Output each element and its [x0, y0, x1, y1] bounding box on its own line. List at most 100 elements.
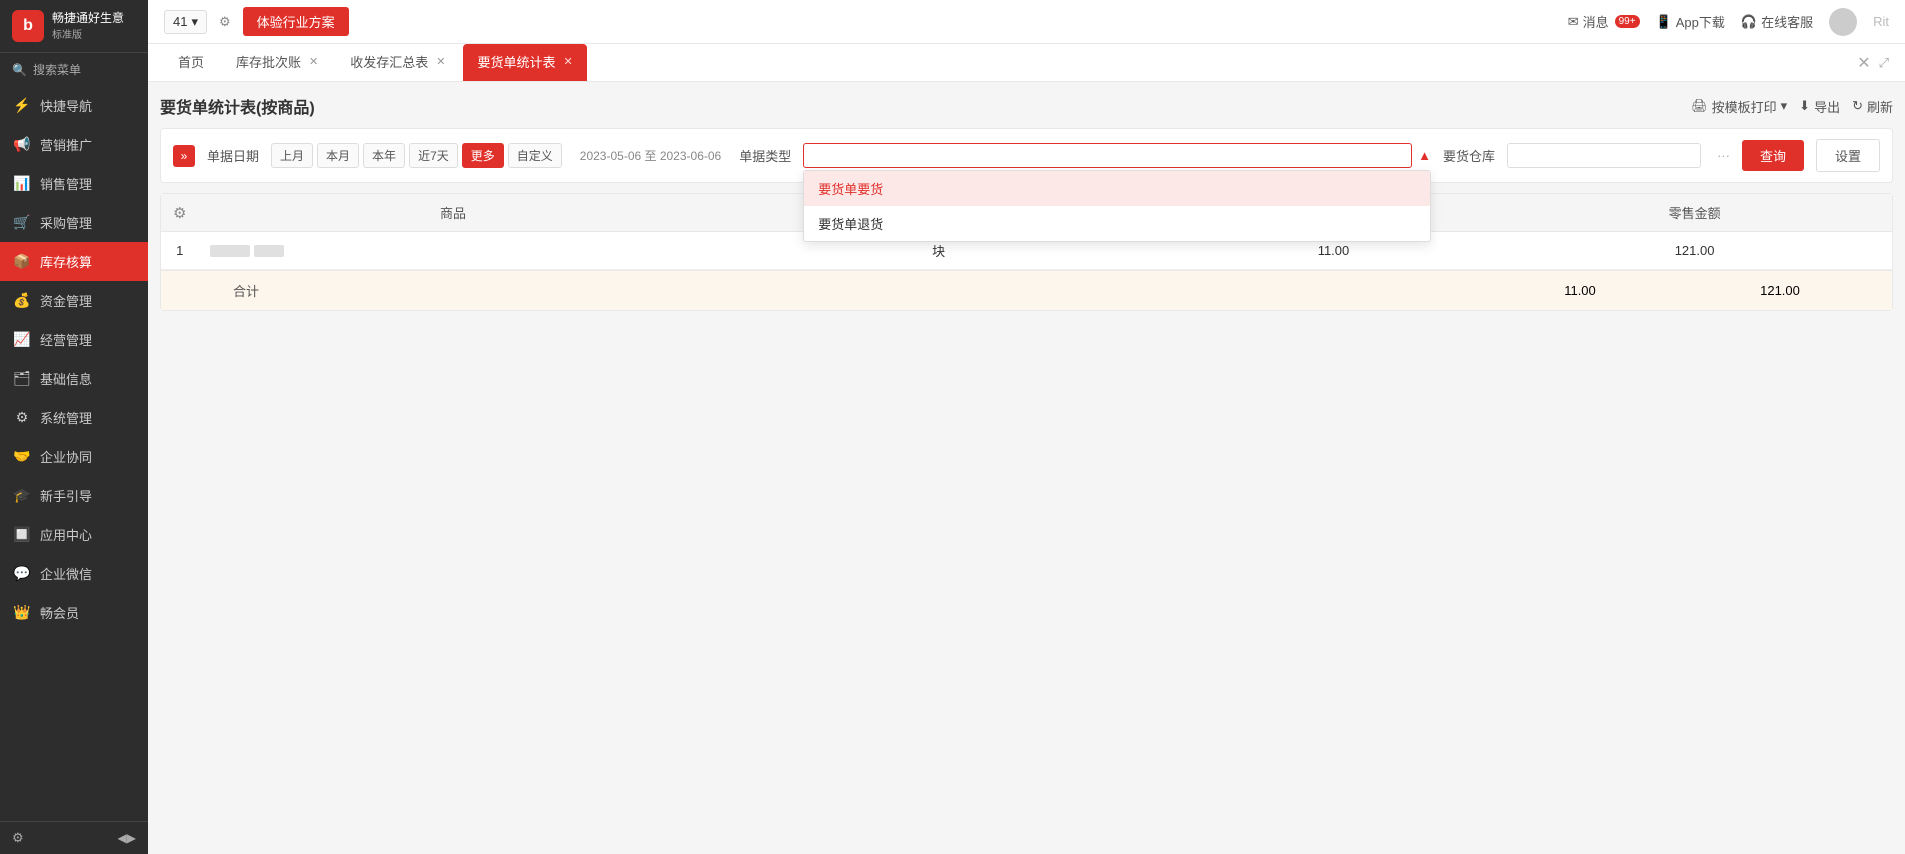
- filter-expand-btn[interactable]: »: [173, 145, 195, 167]
- tab-order-stat-close[interactable]: ✕: [564, 55, 573, 68]
- sidebar-item-guide[interactable]: 🎓 新手引导: [0, 476, 148, 515]
- messages-btn[interactable]: ✉ 消息 99+: [1568, 12, 1640, 31]
- filter-settings-btn[interactable]: 设置: [1816, 139, 1880, 172]
- sidebar-item-inventory[interactable]: 📦 库存核算: [0, 242, 148, 281]
- app-download-btn[interactable]: 📱 App下载: [1656, 12, 1725, 31]
- sidebar-item-label: 畅会员: [40, 603, 79, 622]
- logo-icon: b: [12, 10, 44, 42]
- messages-label: 消息: [1583, 12, 1609, 31]
- query-btn[interactable]: 查询: [1742, 140, 1804, 171]
- total-label: 合计: [173, 281, 259, 300]
- filter-row: » 单据日期 上月 本月 本年 近7天 更多 自定义 2023-05-06 至 …: [161, 129, 1892, 182]
- store-selector[interactable]: 41 ▾: [164, 10, 207, 34]
- member-icon: 👑: [12, 604, 32, 621]
- sidebar-item-label: 资金管理: [40, 291, 92, 310]
- tab-inventory-batch-close[interactable]: ✕: [309, 55, 318, 68]
- tab-recv-summary-close[interactable]: ✕: [436, 55, 445, 68]
- inventory-icon: 📦: [12, 253, 32, 270]
- trial-btn[interactable]: 体验行业方案: [243, 7, 349, 36]
- purchase-icon: 🛒: [12, 214, 32, 231]
- online-service-label: 在线客服: [1761, 12, 1813, 31]
- sidebar-item-member[interactable]: 👑 畅会员: [0, 593, 148, 632]
- product-bar-2: [254, 245, 284, 257]
- col-settings-header: ⚙: [161, 194, 198, 232]
- service-icon: 🎧: [1741, 14, 1757, 30]
- sidebar-item-label: 应用中心: [40, 525, 92, 544]
- sidebar-item-base[interactable]: 🗂 基础信息: [0, 359, 148, 398]
- sidebar-item-enterprise[interactable]: 🤝 企业协同: [0, 437, 148, 476]
- custom-date-btn[interactable]: 自定义: [508, 143, 562, 168]
- sidebar-item-finance[interactable]: 💰 资金管理: [0, 281, 148, 320]
- type-dropdown-menu: 要货单要货 要货单退货: [803, 170, 1431, 242]
- tab-recv-summary[interactable]: 收发存汇总表 ✕: [336, 44, 459, 81]
- date-filter-label: 单据日期: [207, 146, 259, 165]
- warehouse-select-input[interactable]: [1507, 143, 1701, 168]
- guide-icon: 🎓: [12, 487, 32, 504]
- sidebar-item-appstore[interactable]: 🔲 应用中心: [0, 515, 148, 554]
- more-dates-btn[interactable]: 更多: [462, 143, 504, 168]
- row-seq: 1: [161, 232, 198, 270]
- filter-panel: » 单据日期 上月 本月 本年 近7天 更多 自定义 2023-05-06 至 …: [160, 128, 1893, 183]
- total-amount: 121.00: [1680, 283, 1880, 298]
- sidebar-item-label: 快捷导航: [40, 96, 92, 115]
- type-select-wrap: ▲ 要货单要货 要货单退货: [803, 143, 1431, 168]
- page-title-bar: 要货单统计表(按商品) 🖨 按模板打印 ▾ ⬇ 导出 ↻ 刷新: [160, 94, 1893, 118]
- column-settings-icon[interactable]: ⚙: [173, 205, 186, 222]
- export-btn[interactable]: ⬇ 导出: [1799, 97, 1840, 116]
- brand-name: 畅捷通好生意: [52, 11, 124, 27]
- dropdown-option-order-return[interactable]: 要货单退货: [804, 206, 1430, 241]
- tab-order-stat[interactable]: 要货单统计表 ✕: [463, 44, 586, 81]
- top-header: 41 ▾ ⚙ 体验行业方案 ✉ 消息 99+ 📱 App下载 🎧 在线客服 Ri…: [148, 0, 1905, 44]
- this-month-btn[interactable]: 本月: [317, 143, 359, 168]
- sidebar-collapse-btn[interactable]: ◀▶: [118, 831, 136, 845]
- type-select-input[interactable]: [803, 143, 1412, 168]
- this-year-btn[interactable]: 本年: [363, 143, 405, 168]
- row-product: [198, 232, 707, 270]
- sidebar-item-marketing[interactable]: 📢 营销推广: [0, 125, 148, 164]
- warehouse-more-btn[interactable]: ···: [1717, 148, 1730, 163]
- table-footer: 合计 11.00 121.00: [161, 270, 1892, 310]
- warehouse-filter-label: 要货仓库: [1443, 146, 1495, 165]
- system-icon: ⚙: [12, 409, 32, 426]
- last-month-btn[interactable]: 上月: [271, 143, 313, 168]
- sidebar-item-label: 销售管理: [40, 174, 92, 193]
- sidebar-item-purchase[interactable]: 🛒 采购管理: [0, 203, 148, 242]
- dropdown-option-order-goods[interactable]: 要货单要货: [804, 171, 1430, 206]
- sidebar-item-label: 库存核算: [40, 252, 92, 271]
- refresh-btn[interactable]: ↻ 刷新: [1852, 97, 1893, 116]
- page-title: 要货单统计表(按商品): [160, 94, 315, 118]
- main-area: 41 ▾ ⚙ 体验行业方案 ✉ 消息 99+ 📱 App下载 🎧 在线客服 Ri…: [148, 0, 1905, 854]
- sidebar-item-operation[interactable]: 📈 经营管理: [0, 320, 148, 359]
- sidebar-menu: ⚡ 快捷导航 📢 营销推广 📊 销售管理 🛒 采购管理 📦 库存核算 💰 资金管…: [0, 86, 148, 821]
- sidebar-item-label: 新手引导: [40, 486, 92, 505]
- tab-home[interactable]: 首页: [164, 44, 218, 81]
- app-download-label: App下载: [1676, 12, 1725, 31]
- tab-bar-close[interactable]: ✕: [1857, 53, 1870, 73]
- sidebar-settings-icon[interactable]: ⚙: [12, 830, 24, 846]
- print-btn[interactable]: 🖨 按模板打印 ▾: [1691, 97, 1787, 116]
- online-service-btn[interactable]: 🎧 在线客服: [1741, 12, 1813, 31]
- total-quantity: 11.00: [1480, 283, 1680, 298]
- header-left: 41 ▾ ⚙ 体验行业方案: [164, 7, 349, 36]
- sidebar-logo: b 畅捷通好生意 标准版: [0, 0, 148, 53]
- operation-icon: 📈: [12, 331, 32, 348]
- sidebar-search[interactable]: 🔍 搜索菜单: [0, 53, 148, 86]
- type-dropdown-arrow[interactable]: ▲: [1418, 148, 1431, 163]
- user-avatar[interactable]: [1829, 8, 1857, 36]
- brand-sub: 标准版: [52, 26, 124, 41]
- sidebar-item-wechat[interactable]: 💬 企业微信: [0, 554, 148, 593]
- sidebar-item-quick-nav[interactable]: ⚡ 快捷导航: [0, 86, 148, 125]
- sidebar-item-label: 企业协同: [40, 447, 92, 466]
- col-product-header: 商品: [198, 194, 707, 232]
- col-amount-header: 零售金额: [1497, 194, 1892, 232]
- quick-nav-icon: ⚡: [12, 97, 32, 114]
- product-bar-1: [210, 245, 250, 257]
- tab-inventory-batch[interactable]: 库存批次账 ✕: [222, 44, 332, 81]
- user-name: Rit: [1873, 14, 1889, 29]
- sales-icon: 📊: [12, 175, 32, 192]
- sidebar-item-system[interactable]: ⚙ 系统管理: [0, 398, 148, 437]
- header-settings-icon[interactable]: ⚙: [219, 14, 231, 30]
- tab-maximize-icon[interactable]: ⤢: [1879, 55, 1889, 71]
- recent-7days-btn[interactable]: 近7天: [409, 143, 458, 168]
- sidebar-item-sales[interactable]: 📊 销售管理: [0, 164, 148, 203]
